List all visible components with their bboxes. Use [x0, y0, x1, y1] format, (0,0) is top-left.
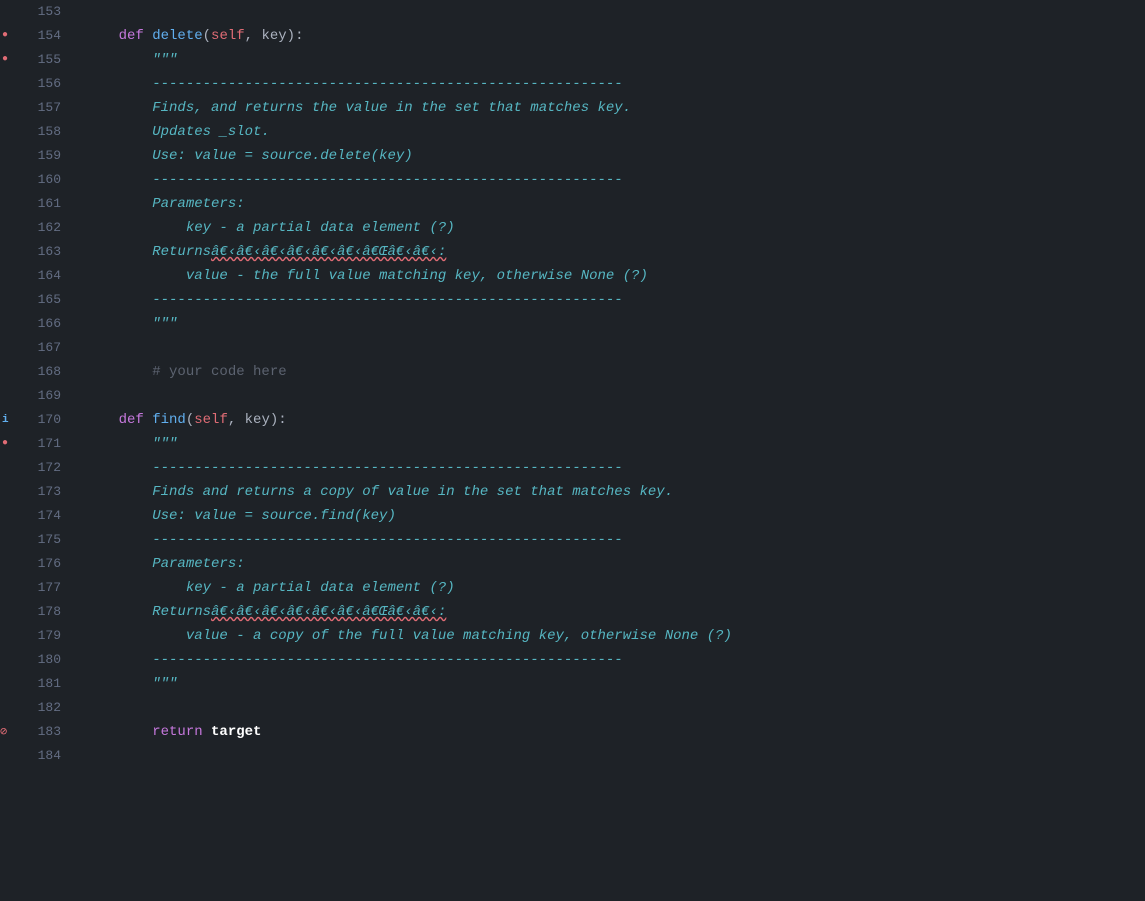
line-number-158: 158 [0, 120, 67, 144]
code-line-156: ----------------------------------------… [85, 72, 1145, 96]
code-line-159: Use: value = source.delete(key) [85, 144, 1145, 168]
code-line-158: Updates _slot. [85, 120, 1145, 144]
code-line-171: """ [85, 432, 1145, 456]
code-line-177: key - a partial data element (?) [85, 576, 1145, 600]
line-number-171: 171 [0, 432, 67, 456]
code-line-162: key - a partial data element (?) [85, 216, 1145, 240]
line-number-160: 160 [0, 168, 67, 192]
line-number-166: 166 [0, 312, 67, 336]
code-line-176: Parameters: [85, 552, 1145, 576]
code-line-155: """ [85, 48, 1145, 72]
line-number-155: 155 [0, 48, 67, 72]
line-number-174: 174 [0, 504, 67, 528]
line-number-178: 178 [0, 600, 67, 624]
code-line-153 [85, 0, 1145, 24]
code-line-182 [85, 696, 1145, 720]
code-line-164: value - the full value matching key, oth… [85, 264, 1145, 288]
code-line-174: Use: value = source.find(key) [85, 504, 1145, 528]
line-number-177: 177 [0, 576, 67, 600]
code-line-181: """ [85, 672, 1145, 696]
line-number-175: 175 [0, 528, 67, 552]
line-number-168: 168 [0, 360, 67, 384]
line-number-172: 172 [0, 456, 67, 480]
line-number-184: 184 [0, 744, 67, 768]
line-number-181: 181 [0, 672, 67, 696]
line-number-163: 163 [0, 240, 67, 264]
line-number-179: 179 [0, 624, 67, 648]
line-number-162: 162 [0, 216, 67, 240]
line-number-182: 182 [0, 696, 67, 720]
code-line-154: def delete(self, key): [85, 24, 1145, 48]
code-line-160: ----------------------------------------… [85, 168, 1145, 192]
line-number-183: 183 [0, 720, 67, 744]
line-number-154: 154 [0, 24, 67, 48]
code-line-169 [85, 384, 1145, 408]
code-line-163: Returnsâ€‹â€‹â€‹â€‹â€‹â€‹â€Œâ€‹â€‹: [85, 240, 1145, 264]
line-number-180: 180 [0, 648, 67, 672]
code-line-166: """ [85, 312, 1145, 336]
line-number-159: 159 [0, 144, 67, 168]
line-number-176: 176 [0, 552, 67, 576]
line-number-165: 165 [0, 288, 67, 312]
line-number-156: 156 [0, 72, 67, 96]
line-gutter: 1531541551561571581591601611621631641651… [0, 0, 75, 901]
code-editor: 1531541551561571581591601611621631641651… [0, 0, 1145, 901]
code-line-167 [85, 336, 1145, 360]
line-number-169: 169 [0, 384, 67, 408]
code-line-184 [85, 744, 1145, 768]
code-line-180: ----------------------------------------… [85, 648, 1145, 672]
code-line-172: ----------------------------------------… [85, 456, 1145, 480]
code-line-165: ----------------------------------------… [85, 288, 1145, 312]
line-number-161: 161 [0, 192, 67, 216]
code-line-178: Returnsâ€‹â€‹â€‹â€‹â€‹â€‹â€Œâ€‹â€‹: [85, 600, 1145, 624]
line-number-164: 164 [0, 264, 67, 288]
code-line-168: # your code here [85, 360, 1145, 384]
code-line-157: Finds, and returns the value in the set … [85, 96, 1145, 120]
code-line-161: Parameters: [85, 192, 1145, 216]
code-line-175: ----------------------------------------… [85, 528, 1145, 552]
line-number-157: 157 [0, 96, 67, 120]
code-line-170: def find(self, key): [85, 408, 1145, 432]
code-line-173: Finds and returns a copy of value in the… [85, 480, 1145, 504]
line-number-170: 170 [0, 408, 67, 432]
line-number-167: 167 [0, 336, 67, 360]
code-line-183: return target [85, 720, 1145, 744]
code-line-179: value - a copy of the full value matchin… [85, 624, 1145, 648]
line-number-153: 153 [0, 0, 67, 24]
line-number-173: 173 [0, 480, 67, 504]
code-area: def delete(self, key): """ -------------… [75, 0, 1145, 901]
